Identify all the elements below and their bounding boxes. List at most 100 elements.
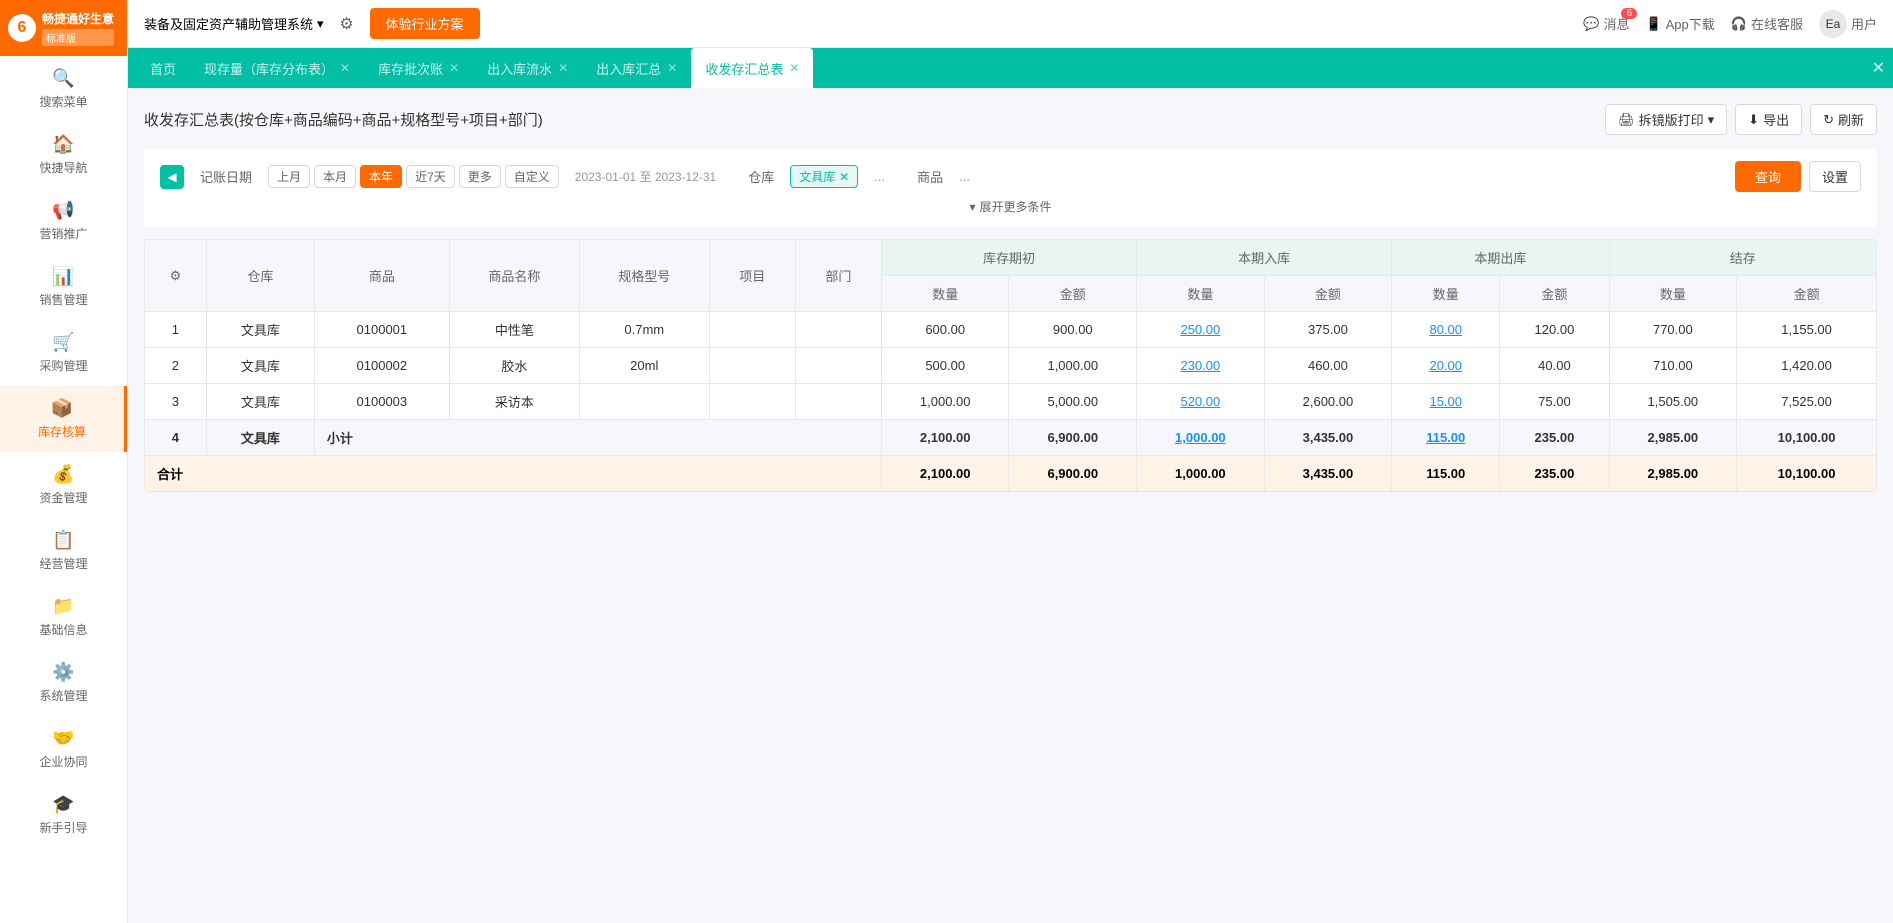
row-out-qty[interactable]: 80.00	[1392, 312, 1500, 348]
online-service-button[interactable]: 🎧 在线客服	[1731, 14, 1803, 33]
sidebar-item-system[interactable]: ⚙️系统管理	[0, 650, 127, 716]
topbar-left: 装备及固定资产辅助管理系统 ▾ ⚙ 体验行业方案	[144, 8, 480, 39]
subtotal-close-amt: 10,100.00	[1737, 420, 1877, 456]
subtotal-warehouse: 文具库	[206, 420, 314, 456]
table-row: 3 文具库 0100003 采访本 1,000.00 5,000.00 520.…	[145, 384, 1877, 420]
sidebar-item-newbie[interactable]: 🎓新手引导	[0, 782, 127, 848]
nav-tab-label-inout-flow: 出入库流水	[487, 59, 552, 78]
phone-icon: 📱	[1645, 16, 1661, 32]
table-header-groups: ⚙ 仓库 商品 商品名称 规格型号 项目 部门 库存期初 本期入库 本期出库 结…	[145, 240, 1877, 276]
row-in-qty[interactable]: 520.00	[1137, 384, 1265, 420]
row-warehouse: 文具库	[206, 384, 314, 420]
row-open-amt: 5,000.00	[1009, 384, 1137, 420]
date-shortcut-自定义[interactable]: 自定义	[505, 165, 559, 188]
expand-conditions-button[interactable]: ▾ 展开更多条件	[160, 192, 1861, 215]
row-project	[709, 384, 795, 420]
row-out-amt: 40.00	[1500, 348, 1609, 384]
nav-tab-close-inout-flow[interactable]: ✕	[558, 61, 568, 75]
row-goods-name: 采访本	[449, 384, 579, 420]
sidebar-item-marketing[interactable]: 📢营销推广	[0, 188, 127, 254]
row-open-qty: 600.00	[881, 312, 1009, 348]
nav-tab-close-batch[interactable]: ✕	[449, 61, 459, 75]
query-button[interactable]: 查询	[1735, 161, 1801, 192]
warehouse-more-button[interactable]: ...	[874, 169, 885, 184]
nav-tab-close-receipt-summary[interactable]: ✕	[789, 61, 799, 75]
sidebar-item-quick-nav[interactable]: 🏠快捷导航	[0, 122, 127, 188]
subtotal-in-amt: 3,435.00	[1264, 420, 1392, 456]
col-close-qty: 数量	[1609, 276, 1737, 312]
row-in-qty[interactable]: 250.00	[1137, 312, 1265, 348]
sidebar-item-search[interactable]: 🔍搜索菜单	[0, 56, 127, 122]
sidebar-item-enterprise[interactable]: 🤝 企业协同	[0, 716, 127, 782]
row-close-amt: 1,155.00	[1737, 312, 1877, 348]
date-shortcut-更多[interactable]: 更多	[459, 165, 501, 188]
col-group-closing: 结存	[1609, 240, 1876, 276]
finance-icon: 💰	[52, 464, 74, 485]
warehouse-tag[interactable]: 文具库 ✕	[790, 165, 858, 188]
system-title-dropdown[interactable]: 装备及固定资产辅助管理系统 ▾	[144, 14, 324, 33]
message-button[interactable]: 💬 消息 6	[1583, 14, 1629, 33]
date-shortcut-上月[interactable]: 上月	[268, 165, 310, 188]
user-menu[interactable]: Ea 用户	[1819, 10, 1877, 38]
date-shortcuts: 上月本月本年近7天更多自定义	[268, 165, 559, 188]
sidebar-item-purchase[interactable]: 🛒采购管理	[0, 320, 127, 386]
subtotal-label: 小计	[314, 420, 881, 456]
row-goods-spec	[579, 384, 709, 420]
nav-tab-inout-summary[interactable]: 出入库汇总✕	[582, 48, 691, 88]
sidebar-item-inventory[interactable]: 📦库存核算	[0, 386, 127, 452]
app-download-button[interactable]: 📱 App下载	[1645, 14, 1714, 33]
total-out-amt: 235.00	[1500, 456, 1609, 492]
sidebar-logo[interactable]: 6 畅捷通好生意 标准版	[0, 0, 127, 56]
total-in-qty: 1,000.00	[1137, 456, 1265, 492]
trial-button[interactable]: 体验行业方案	[370, 8, 480, 39]
row-out-qty[interactable]: 20.00	[1392, 348, 1500, 384]
print-dropdown-icon: ▾	[1708, 112, 1715, 128]
nav-tab-close-inout-summary[interactable]: ✕	[667, 61, 677, 75]
row-close-amt: 7,525.00	[1737, 384, 1877, 420]
subtotal-out-qty[interactable]: 115.00	[1392, 420, 1500, 456]
filter-settings-button[interactable]: 设置	[1809, 161, 1861, 192]
sidebar-item-label-system: 系统管理	[39, 687, 87, 704]
col-group-outbound: 本期出库	[1392, 240, 1609, 276]
row-in-qty[interactable]: 230.00	[1137, 348, 1265, 384]
date-shortcut-近7天[interactable]: 近7天	[406, 165, 455, 188]
nav-tab-receipt-summary[interactable]: 收发存汇总表✕	[691, 48, 813, 88]
sidebar-item-label-enterprise: 企业协同	[39, 753, 87, 770]
sidebar-item-label-newbie: 新手引导	[39, 819, 87, 836]
topbar-settings-icon[interactable]: ⚙	[332, 9, 362, 39]
row-out-qty[interactable]: 15.00	[1392, 384, 1500, 420]
sidebar-item-basic-info[interactable]: 📁基础信息	[0, 584, 127, 650]
refresh-button[interactable]: ↻ 刷新	[1810, 104, 1877, 135]
close-all-tabs-button[interactable]: ✕	[1872, 58, 1885, 78]
goods-more-button[interactable]: ...	[959, 169, 970, 184]
filter-collapse-button[interactable]: ◀	[160, 165, 184, 189]
nav-tab-inout-flow[interactable]: 出入库流水 ✕	[473, 48, 582, 88]
col-settings-header[interactable]: ⚙	[145, 240, 207, 312]
page-title: 收发存汇总表(按仓库+商品编码+商品+规格型号+项目+部门)	[144, 109, 543, 130]
nav-tab-close-inventory-dist[interactable]: ✕	[340, 61, 350, 75]
warehouse-filter-label: 仓库	[748, 167, 774, 186]
subtotal-in-qty[interactable]: 1,000.00	[1137, 420, 1265, 456]
nav-tab-home[interactable]: 首页	[136, 48, 190, 88]
user-avatar: Ea	[1819, 10, 1847, 38]
goods-filter-label: 商品	[917, 167, 943, 186]
sidebar-item-operations[interactable]: 📋经营管理	[0, 518, 127, 584]
date-shortcut-本年[interactable]: 本年	[360, 165, 402, 188]
sidebar-item-finance[interactable]: 💰资金管理	[0, 452, 127, 518]
sidebar-menu: 🔍搜索菜单🏠快捷导航📢营销推广📊销售管理🛒采购管理📦库存核算💰资金管理📋经营管理…	[0, 56, 127, 923]
nav-tab-batch[interactable]: 库存批次账✕	[364, 48, 473, 88]
warehouse-tag-close-icon[interactable]: ✕	[839, 170, 849, 184]
enterprise-icon: 🤝	[52, 728, 74, 749]
date-shortcut-本月[interactable]: 本月	[314, 165, 356, 188]
nav-tab-inventory-dist[interactable]: 现存量（库存分布表） ✕	[190, 48, 364, 88]
dropdown-arrow-icon: ▾	[317, 16, 324, 32]
export-button[interactable]: ⬇ 导出	[1735, 104, 1802, 135]
row-goods-code: 0100001	[314, 312, 449, 348]
nav-tab-label-inventory-dist: 现存量（库存分布表）	[204, 59, 334, 78]
topbar-right: 💬 消息 6 📱 App下载 🎧 在线客服 Ea 用户	[1583, 10, 1877, 38]
sidebar-item-sales[interactable]: 📊销售管理	[0, 254, 127, 320]
print-button[interactable]: 🖨 拆镜版打印 ▾	[1605, 104, 1727, 135]
col-in-qty: 数量	[1137, 276, 1265, 312]
row-in-amt: 460.00	[1264, 348, 1392, 384]
col-open-amt: 金额	[1009, 276, 1137, 312]
